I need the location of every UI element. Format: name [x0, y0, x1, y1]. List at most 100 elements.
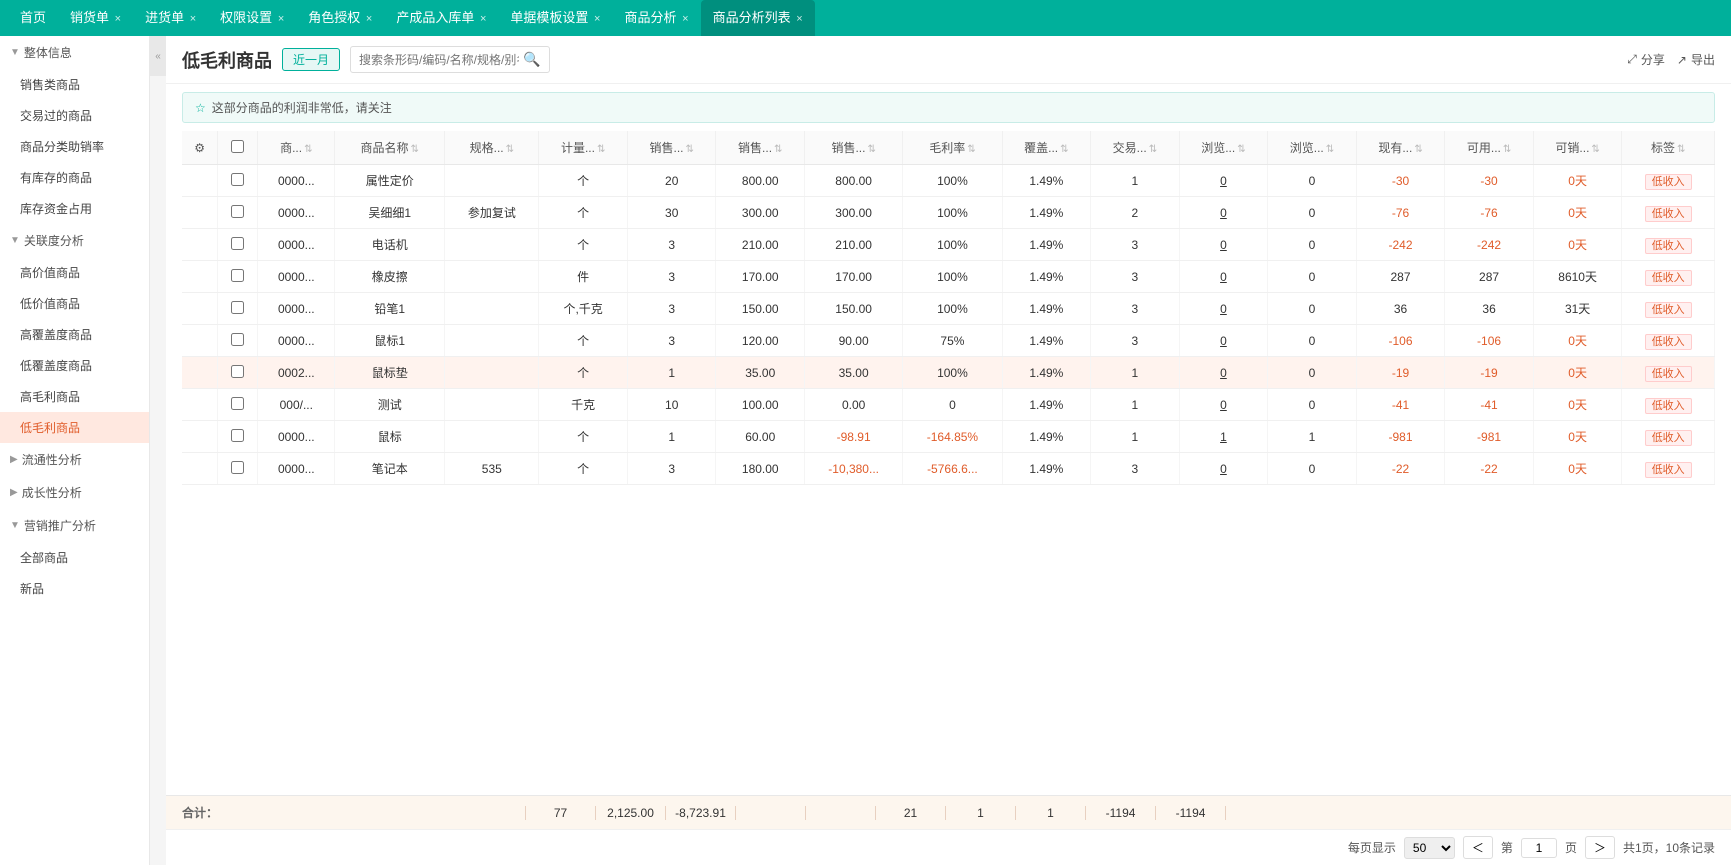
sidebar-item-high-coverage[interactable]: 高覆盖度商品 — [0, 319, 149, 350]
row-select-checkbox[interactable] — [231, 173, 244, 186]
next-page-button[interactable]: ＞ — [1585, 836, 1615, 859]
nav-close-roles[interactable]: × — [366, 13, 372, 25]
nav-close-product-entry[interactable]: × — [480, 13, 486, 25]
row-view1[interactable]: 0 — [1179, 389, 1268, 421]
prev-page-button[interactable]: ＜ — [1463, 836, 1493, 859]
row-select-checkbox[interactable] — [231, 365, 244, 378]
row-view1[interactable]: 0 — [1179, 357, 1268, 389]
total-page-label: 页 — [1565, 839, 1577, 856]
row-gross-margin: 100% — [903, 229, 1002, 261]
sidebar-item-sales-goods[interactable]: 销售类商品 — [0, 69, 149, 100]
share-button[interactable]: ⤢ 分享 — [1627, 51, 1665, 68]
col-sale-amount[interactable]: 销售...⇅ — [805, 131, 903, 165]
nav-item-home[interactable]: 首页 — [8, 0, 58, 36]
row-select-checkbox[interactable] — [231, 301, 244, 314]
arrow-icon-overall: ▼ — [10, 47, 20, 58]
row-view1[interactable]: 1 — [1179, 421, 1268, 453]
row-sellable: 0天 — [1533, 165, 1622, 197]
row-select-checkbox[interactable] — [231, 397, 244, 410]
row-view1[interactable]: 0 — [1179, 293, 1268, 325]
row-checkbox — [218, 293, 258, 325]
row-view1[interactable]: 0 — [1179, 261, 1268, 293]
col-code[interactable]: 商...⇅ — [258, 131, 335, 165]
col-view2[interactable]: 浏览...⇅ — [1268, 131, 1357, 165]
row-select-checkbox[interactable] — [231, 461, 244, 474]
sidebar-item-in-stock[interactable]: 有库存的商品 — [0, 162, 149, 193]
sidebar-group-correlation[interactable]: ▼ 关联度分析 — [0, 224, 149, 257]
row-select-checkbox[interactable] — [231, 237, 244, 250]
search-icon[interactable]: 🔍 — [523, 51, 540, 68]
row-unit: 个,千克 — [539, 293, 628, 325]
sidebar-item-low-value[interactable]: 低价值商品 — [0, 288, 149, 319]
select-all-checkbox[interactable] — [231, 140, 244, 153]
sidebar-item-stock-funds[interactable]: 库存资金占用 — [0, 193, 149, 224]
row-select-checkbox[interactable] — [231, 205, 244, 218]
nav-close-template[interactable]: × — [594, 13, 600, 25]
col-view1[interactable]: 浏览...⇅ — [1179, 131, 1268, 165]
col-coverage[interactable]: 覆盖...⇅ — [1002, 131, 1091, 165]
col-gross-margin[interactable]: 毛利率⇅ — [903, 131, 1002, 165]
period-button[interactable]: 近一月 — [282, 48, 340, 71]
nav-item-product-entry[interactable]: 产成品入库单 × — [384, 0, 498, 36]
col-name[interactable]: 商品名称⇅ — [335, 131, 445, 165]
nav-item-template[interactable]: 单据模板设置 × — [498, 0, 612, 36]
sidebar-item-low-margin[interactable]: 低毛利商品 — [0, 412, 149, 443]
col-sale-count[interactable]: 销售...⇅ — [627, 131, 716, 165]
export-button[interactable]: ↗ 导出 — [1677, 51, 1715, 68]
nav-close-purchase[interactable]: × — [190, 13, 196, 25]
row-sellable: 31天 — [1533, 293, 1622, 325]
row-select-checkbox[interactable] — [231, 269, 244, 282]
sidebar-item-high-value[interactable]: 高价值商品 — [0, 257, 149, 288]
row-select-checkbox[interactable] — [231, 429, 244, 442]
col-tag[interactable]: 标签⇅ — [1622, 131, 1715, 165]
col-current-stock[interactable]: 现有...⇅ — [1356, 131, 1445, 165]
sidebar-item-high-margin[interactable]: 高毛利商品 — [0, 381, 149, 412]
row-spec — [445, 389, 539, 421]
row-gross-margin: 0 — [903, 389, 1002, 421]
row-view1[interactable]: 0 — [1179, 229, 1268, 261]
page-number-input[interactable] — [1521, 838, 1557, 858]
col-sale-price[interactable]: 销售...⇅ — [716, 131, 805, 165]
col-sellable[interactable]: 可销...⇅ — [1533, 131, 1622, 165]
nav-item-permissions[interactable]: 权限设置 × — [208, 0, 296, 36]
sidebar-group-overall[interactable]: ▼ 整体信息 — [0, 36, 149, 69]
row-code: 0000... — [258, 325, 335, 357]
nav-item-sales[interactable]: 销货单 × — [58, 0, 133, 36]
sidebar-collapse-button[interactable]: « — [150, 36, 166, 76]
row-view1[interactable]: 0 — [1179, 453, 1268, 485]
sidebar-item-traded-goods[interactable]: 交易过的商品 — [0, 100, 149, 131]
row-current-stock: -242 — [1356, 229, 1445, 261]
col-spec[interactable]: 规格...⇅ — [445, 131, 539, 165]
col-available[interactable]: 可用...⇅ — [1445, 131, 1534, 165]
row-view1[interactable]: 0 — [1179, 325, 1268, 357]
nav-item-analysis-list[interactable]: 商品分析列表 × — [701, 0, 815, 36]
row-transaction: 1 — [1091, 165, 1180, 197]
nav-close-product-analysis[interactable]: × — [682, 13, 688, 25]
nav-close-permissions[interactable]: × — [278, 13, 284, 25]
col-unit[interactable]: 计量...⇅ — [539, 131, 628, 165]
sidebar-group-growth[interactable]: ▶ 成长性分析 — [0, 476, 149, 509]
col-transaction[interactable]: 交易...⇅ — [1091, 131, 1180, 165]
search-input[interactable] — [359, 53, 519, 67]
nav-close-sales[interactable]: × — [115, 13, 121, 25]
nav-close-analysis-list[interactable]: × — [796, 13, 802, 25]
nav-item-product-analysis[interactable]: 商品分析 × — [612, 0, 700, 36]
page-size-select[interactable]: 50 100 200 — [1404, 837, 1455, 859]
sidebar-group-liquidity[interactable]: ▶ 流通性分析 — [0, 443, 149, 476]
row-available: -41 — [1445, 389, 1534, 421]
sidebar-group-marketing[interactable]: ▼ 营销推广分析 — [0, 509, 149, 542]
nav-item-roles[interactable]: 角色授权 × — [296, 0, 384, 36]
row-sellable: 0天 — [1533, 325, 1622, 357]
row-current-stock: -41 — [1356, 389, 1445, 421]
footer-sale-count — [226, 806, 526, 820]
sidebar-item-all-goods[interactable]: 全部商品 — [0, 542, 149, 573]
row-view1[interactable]: 0 — [1179, 197, 1268, 229]
sidebar-item-category-rate[interactable]: 商品分类助销率 — [0, 131, 149, 162]
sidebar-item-low-coverage[interactable]: 低覆盖度商品 — [0, 350, 149, 381]
col-settings[interactable]: ⚙ — [182, 131, 218, 165]
nav-item-purchase[interactable]: 进货单 × — [133, 0, 208, 36]
row-select-checkbox[interactable] — [231, 333, 244, 346]
table-row: 0000... 橡皮擦 件 3 170.00 170.00 100% 1.49%… — [182, 261, 1715, 293]
sidebar-item-new-goods[interactable]: 新品 — [0, 573, 149, 604]
row-view1[interactable]: 0 — [1179, 165, 1268, 197]
